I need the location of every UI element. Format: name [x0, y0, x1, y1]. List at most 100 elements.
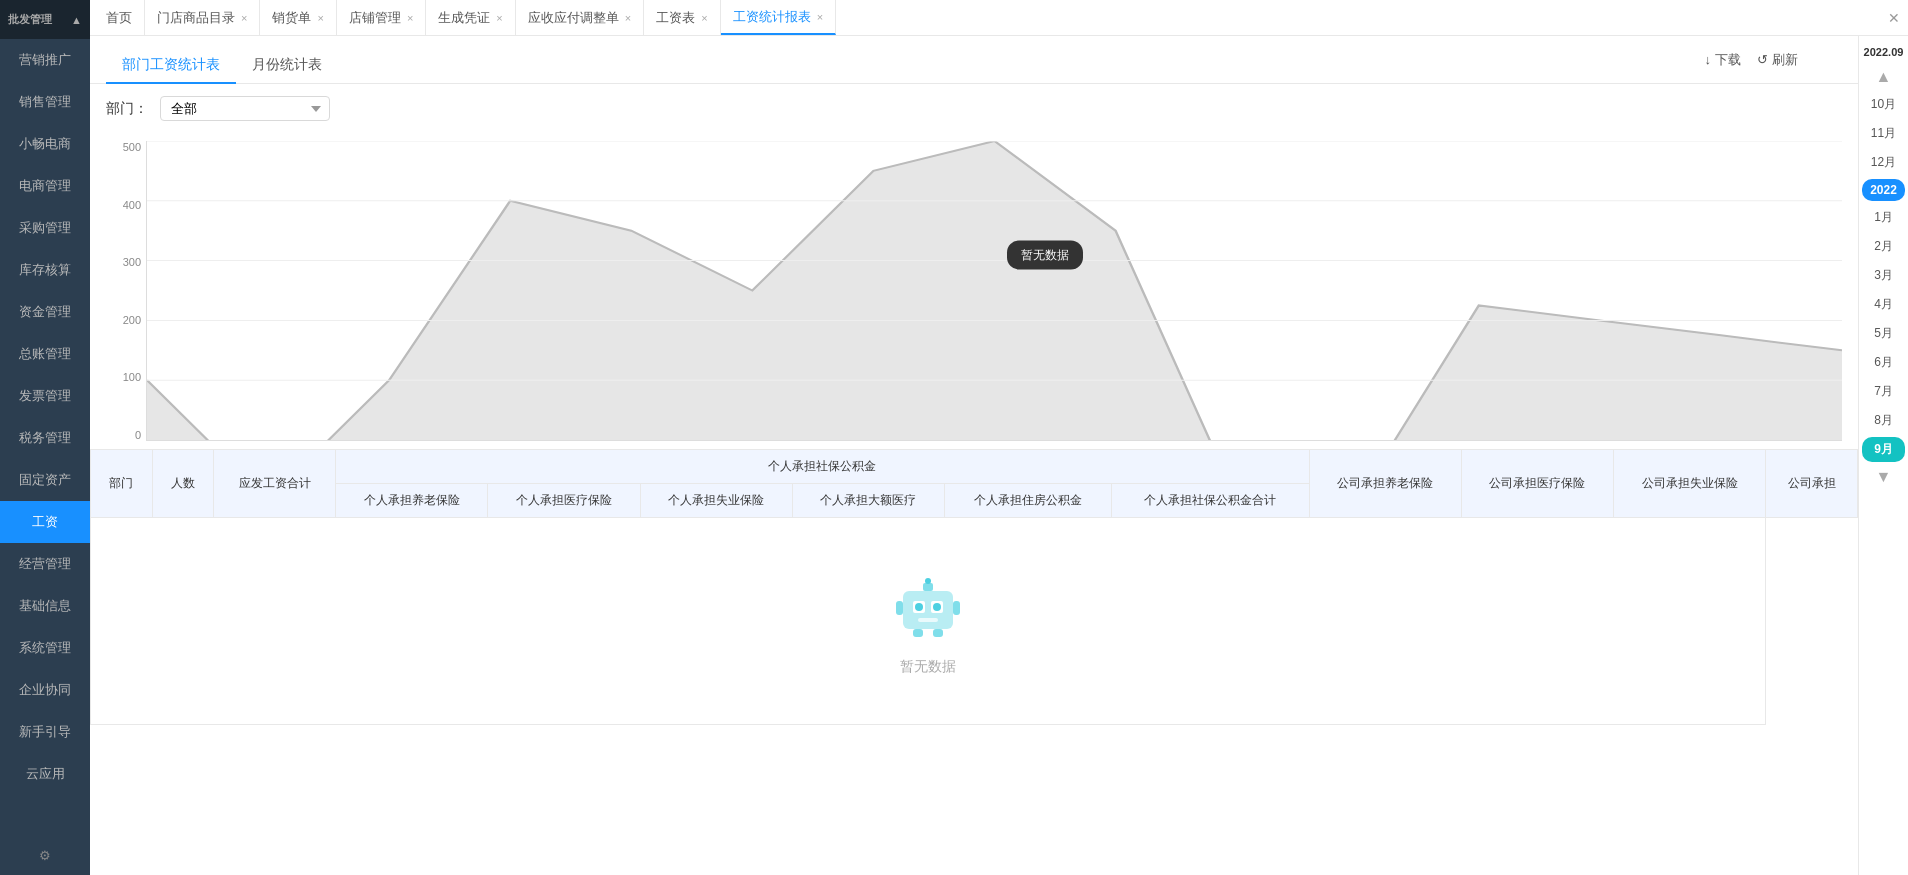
tab-label-sales-order: 销货单	[272, 9, 311, 27]
sidebar-item-operations[interactable]: 经营管理	[0, 543, 90, 585]
col-personal-large-medical: 个人承担大额医疗	[792, 484, 944, 518]
sidebar-item-basics[interactable]: 基础信息	[0, 585, 90, 627]
svg-rect-17	[933, 629, 943, 637]
col-personal-medical: 个人承担医疗保险	[488, 484, 640, 518]
tab-sales-order[interactable]: 销货单 ×	[260, 0, 336, 35]
content-area: 部门工资统计表月份统计表 ↓ 下载 ↺ 刷新 部门： 全部	[90, 36, 1908, 875]
tab-label-home: 首页	[106, 9, 132, 27]
sub-tab-dept-stats[interactable]: 部门工资统计表	[106, 48, 236, 84]
date-item-6月[interactable]: 6月	[1862, 348, 1905, 377]
close-all-tabs-button[interactable]: ✕	[1884, 8, 1904, 28]
sidebar-header[interactable]: 批发管理 ▲	[0, 0, 90, 39]
download-icon: ↓	[1705, 52, 1712, 67]
tab-close-catalog[interactable]: ×	[241, 12, 247, 24]
tab-close-receivable[interactable]: ×	[625, 12, 631, 24]
sidebar-item-fixed-assets[interactable]: 固定资产	[0, 459, 90, 501]
chart-container: 暂无数据	[146, 141, 1842, 441]
date-nav-up[interactable]: ▲	[1872, 64, 1896, 90]
date-item-4月[interactable]: 4月	[1862, 290, 1905, 319]
date-item-8月[interactable]: 8月	[1862, 406, 1905, 435]
sidebar-item-inventory[interactable]: 库存核算	[0, 249, 90, 291]
toolbar: 部门： 全部	[90, 84, 1858, 133]
tab-close-payroll-report[interactable]: ×	[817, 11, 823, 23]
col-personal-unemployment: 个人承担失业保险	[640, 484, 792, 518]
col-company-pension: 公司承担养老保险	[1309, 450, 1461, 518]
date-nav-down[interactable]: ▼	[1872, 464, 1896, 490]
chart-y-labels: 0 100 200 300 400 500	[106, 141, 141, 441]
col-personal-social: 个人承担社保公积金	[336, 450, 1309, 484]
sidebar-toggle-icon: ▲	[71, 14, 82, 26]
tab-close-sales-order[interactable]: ×	[317, 12, 323, 24]
chart-no-data-tooltip: 暂无数据	[1007, 240, 1083, 269]
sidebar-item-purchase[interactable]: 采购管理	[0, 207, 90, 249]
tab-payroll-table[interactable]: 工资表 ×	[644, 0, 720, 35]
data-table: 部门 人数 应发工资合计 个人承担社保公积金 公司承担养老保险 公司承担医疗保险…	[90, 449, 1858, 725]
tab-label-store-manage: 店铺管理	[349, 9, 401, 27]
date-item-1月[interactable]: 1月	[1862, 203, 1905, 232]
top-actions: ↓ 下载 ↺ 刷新	[1705, 51, 1799, 69]
date-item-11月[interactable]: 11月	[1862, 119, 1905, 148]
tab-home[interactable]: 首页	[94, 0, 145, 35]
tab-close-payroll-table[interactable]: ×	[701, 12, 707, 24]
download-button[interactable]: ↓ 下载	[1705, 51, 1742, 69]
sidebar-item-enterprise[interactable]: 企业协同	[0, 669, 90, 711]
sidebar-item-invoice[interactable]: 发票管理	[0, 375, 90, 417]
sub-tab-month-stats[interactable]: 月份统计表	[236, 48, 338, 84]
refresh-icon: ↺	[1757, 52, 1768, 67]
tab-production[interactable]: 生成凭证 ×	[426, 0, 515, 35]
date-item-3月[interactable]: 3月	[1862, 261, 1905, 290]
date-item-7月[interactable]: 7月	[1862, 377, 1905, 406]
sidebar-item-guide[interactable]: 新手引导	[0, 711, 90, 753]
tab-payroll-report[interactable]: 工资统计报表 ×	[721, 0, 836, 35]
col-company-other: 公司承担	[1766, 450, 1858, 518]
tab-label-production: 生成凭证	[438, 9, 490, 27]
col-company-medical: 公司承担医疗保险	[1461, 450, 1613, 518]
sidebar-item-system[interactable]: 系统管理	[0, 627, 90, 669]
date-item-10月[interactable]: 10月	[1862, 90, 1905, 119]
svg-point-9	[915, 603, 923, 611]
date-item-12月[interactable]: 12月	[1862, 148, 1905, 177]
dept-select[interactable]: 全部	[160, 96, 330, 121]
refresh-button[interactable]: ↺ 刷新	[1757, 51, 1798, 69]
tab-label-payroll-report: 工资统计报表	[733, 8, 811, 26]
tabs-bar: 首页门店商品目录×销货单×店铺管理×生成凭证×应收应付调整单×工资表×工资统计报…	[90, 0, 1908, 36]
col-company-unemployment: 公司承担失业保险	[1613, 450, 1765, 518]
sidebar-item-payroll[interactable]: 工资	[0, 501, 90, 543]
tab-label-catalog: 门店商品目录	[157, 9, 235, 27]
svg-rect-11	[918, 618, 938, 622]
svg-rect-16	[913, 629, 923, 637]
sidebar-item-ecommerce-small[interactable]: 小畅电商	[0, 123, 90, 165]
tab-label-receivable: 应收应付调整单	[528, 9, 619, 27]
tab-close-store-manage[interactable]: ×	[407, 12, 413, 24]
svg-rect-14	[896, 601, 903, 615]
date-item-9月[interactable]: 9月	[1862, 437, 1905, 462]
tab-receivable[interactable]: 应收应付调整单 ×	[516, 0, 644, 35]
dept-label: 部门：	[106, 100, 148, 118]
date-item-2022[interactable]: 2022	[1862, 179, 1905, 201]
sidebar-item-ecommerce[interactable]: 电商管理	[0, 165, 90, 207]
svg-rect-6	[903, 591, 953, 629]
sub-tabs: 部门工资统计表月份统计表	[106, 36, 338, 83]
col-personal-pension: 个人承担养老保险	[336, 484, 488, 518]
chart-area: 0 100 200 300 400 500	[90, 133, 1858, 441]
sidebar-item-finance[interactable]: 资金管理	[0, 291, 90, 333]
sidebar-item-sales[interactable]: 销售管理	[0, 81, 90, 123]
sidebar-item-cloud[interactable]: 云应用	[0, 753, 90, 795]
empty-icon	[888, 566, 968, 646]
chart-wrapper: 0 100 200 300 400 500	[146, 141, 1842, 441]
settings-button[interactable]: ⚙	[0, 836, 90, 875]
tab-label-payroll-table: 工资表	[656, 9, 695, 27]
tab-catalog[interactable]: 门店商品目录 ×	[145, 0, 260, 35]
col-salary-total: 应发工资合计	[214, 450, 336, 518]
sidebar-item-accounting[interactable]: 总账管理	[0, 333, 90, 375]
tab-close-production[interactable]: ×	[496, 12, 502, 24]
sidebar-item-tax[interactable]: 税务管理	[0, 417, 90, 459]
page-content: 部门工资统计表月份统计表 ↓ 下载 ↺ 刷新 部门： 全部	[90, 36, 1858, 875]
col-count: 人数	[152, 450, 214, 518]
table-empty-row: 暂无数据	[91, 518, 1858, 725]
sidebar: 批发管理 ▲ 营销推广销售管理小畅电商电商管理采购管理库存核算资金管理总账管理发…	[0, 0, 90, 875]
sidebar-item-marketing[interactable]: 营销推广	[0, 39, 90, 81]
tab-store-manage[interactable]: 店铺管理 ×	[337, 0, 426, 35]
date-item-2月[interactable]: 2月	[1862, 232, 1905, 261]
date-item-5月[interactable]: 5月	[1862, 319, 1905, 348]
